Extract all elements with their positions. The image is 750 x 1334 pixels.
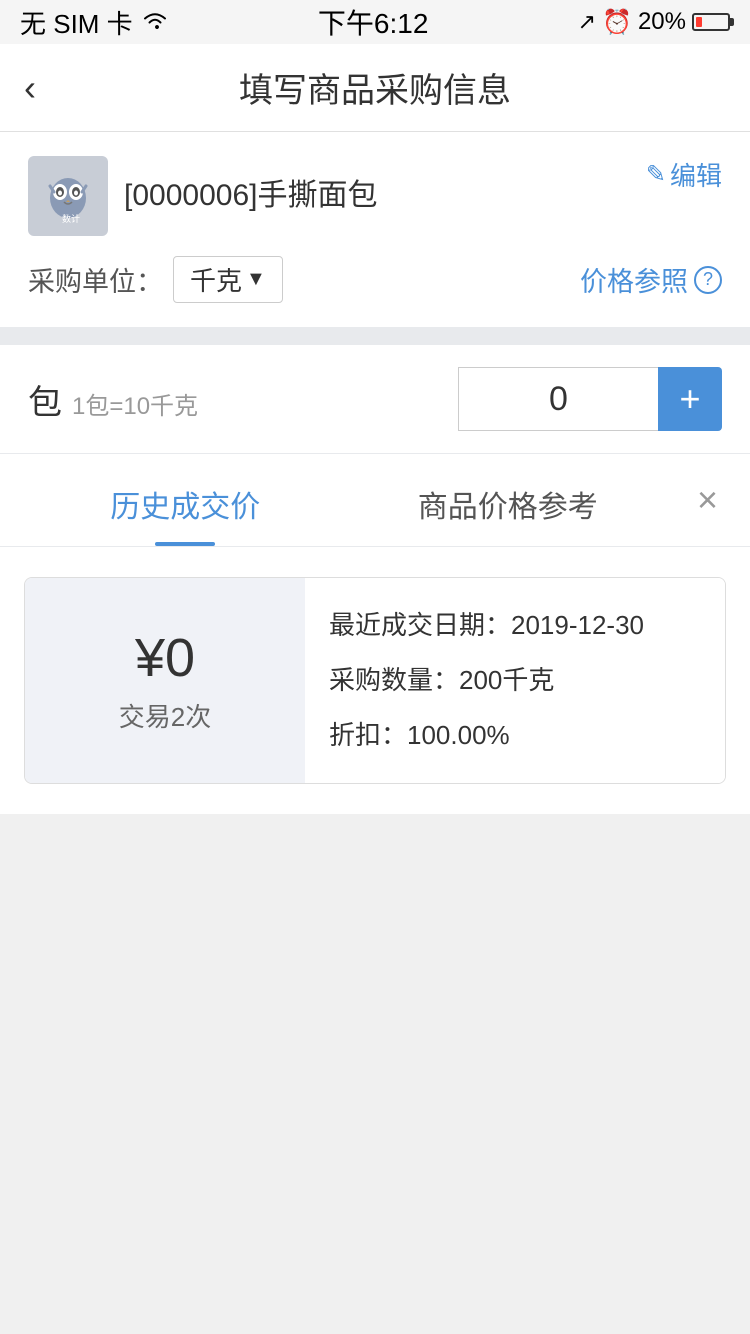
plus-icon: + xyxy=(679,378,700,420)
quantity-input[interactable]: 0 xyxy=(458,367,658,431)
alarm-icon: ⏰ xyxy=(602,8,632,37)
discount-row: 折扣：100.00% xyxy=(329,716,701,755)
edit-button[interactable]: ✎ 编辑 xyxy=(646,156,722,193)
dropdown-arrow-icon: ▼ xyxy=(246,268,266,291)
discount-label: 折扣： xyxy=(329,720,407,750)
location-icon: ↗ xyxy=(578,9,596,35)
status-right: ↗ ⏰ 20% xyxy=(578,8,730,37)
time-display: 下午6:12 xyxy=(318,2,429,42)
transaction-count: 交易2次 xyxy=(119,697,211,734)
product-thumbnail: 数计 xyxy=(28,156,108,236)
history-content: ¥0 交易2次 最近成交日期：2019-12-30 采购数量：200千克 折扣：… xyxy=(0,547,750,814)
product-top-row: 数计 [0000006]手撕面包 ✎ 编辑 xyxy=(28,156,722,236)
purchase-qty-row: 采购数量：200千克 xyxy=(329,661,701,700)
tab-history-price[interactable]: 历史成交价 xyxy=(24,454,346,546)
battery-icon xyxy=(692,13,730,31)
product-bottom-row: 采购单位： 千克 ▼ 价格参照 ? xyxy=(28,256,722,303)
quantity-plus-button[interactable]: + xyxy=(658,367,722,431)
wifi-icon xyxy=(141,7,169,38)
status-bar: 无 SIM 卡 下午6:12 ↗ ⏰ 20% xyxy=(0,0,750,44)
status-left: 无 SIM 卡 xyxy=(20,4,169,41)
price-card-right: 最近成交日期：2019-12-30 采购数量：200千克 折扣：100.00% xyxy=(305,578,725,783)
panel-close-button[interactable]: × xyxy=(689,482,726,518)
purchase-qty-value: 200千克 xyxy=(459,665,554,695)
svg-text:数计: 数计 xyxy=(62,213,80,224)
carrier-text: 无 SIM 卡 xyxy=(20,4,133,41)
discount-value: 100.00% xyxy=(407,720,510,750)
help-icon: ? xyxy=(694,266,722,294)
page-title: 填写商品采购信息 xyxy=(239,63,511,112)
edit-label: 编辑 xyxy=(670,156,722,193)
price-ref-label: 价格参照 xyxy=(580,260,688,299)
price-ref-button[interactable]: 价格参照 ? xyxy=(580,260,722,299)
tab-product-price-ref-label: 商品价格参考 xyxy=(418,491,598,524)
tab-history-price-label: 历史成交价 xyxy=(110,491,260,524)
purchase-unit: 采购单位： 千克 ▼ xyxy=(28,256,283,303)
price-card: ¥0 交易2次 最近成交日期：2019-12-30 采购数量：200千克 折扣：… xyxy=(24,577,726,784)
unit-value: 千克 xyxy=(190,261,242,298)
product-section: 数计 [0000006]手撕面包 ✎ 编辑 采购单位： 千克 ▼ 价格参照 ? xyxy=(0,132,750,327)
product-name: [0000006]手撕面包 xyxy=(124,175,377,217)
purchase-unit-label: 采购单位： xyxy=(28,260,163,299)
section-divider xyxy=(0,327,750,345)
quantity-controls: 0 + xyxy=(458,367,722,431)
unit-dropdown[interactable]: 千克 ▼ xyxy=(173,256,283,303)
tab-active-underline xyxy=(155,542,215,546)
purchase-qty-label: 采购数量： xyxy=(329,665,459,695)
product-logo-icon: 数计 xyxy=(38,166,98,226)
quantity-row: 包 1包=10千克 0 + xyxy=(0,345,750,453)
tabs-row: 历史成交价 商品价格参考 × xyxy=(0,454,750,547)
nav-bar: ‹ 填写商品采购信息 xyxy=(0,44,750,132)
quantity-unit-char: 包 xyxy=(28,375,62,424)
battery-percent: 20% xyxy=(638,8,686,36)
recent-date-value: 2019-12-30 xyxy=(511,610,644,640)
quantity-note: 1包=10千克 xyxy=(72,386,198,421)
quantity-value: 0 xyxy=(549,380,568,419)
recent-date-label: 最近成交日期： xyxy=(329,610,511,640)
tab-product-price-ref[interactable]: 商品价格参考 xyxy=(346,454,668,546)
edit-icon: ✎ xyxy=(646,160,666,189)
recent-date-row: 最近成交日期：2019-12-30 xyxy=(329,606,701,645)
bottom-panel: 历史成交价 商品价格参考 × ¥0 交易2次 最近成交日期：2019-12-30… xyxy=(0,453,750,814)
product-left: 数计 [0000006]手撕面包 xyxy=(28,156,377,236)
quantity-label: 包 1包=10千克 xyxy=(28,375,198,424)
price-card-left: ¥0 交易2次 xyxy=(25,578,305,783)
back-button[interactable]: ‹ xyxy=(24,67,36,109)
price-amount: ¥0 xyxy=(135,627,195,689)
